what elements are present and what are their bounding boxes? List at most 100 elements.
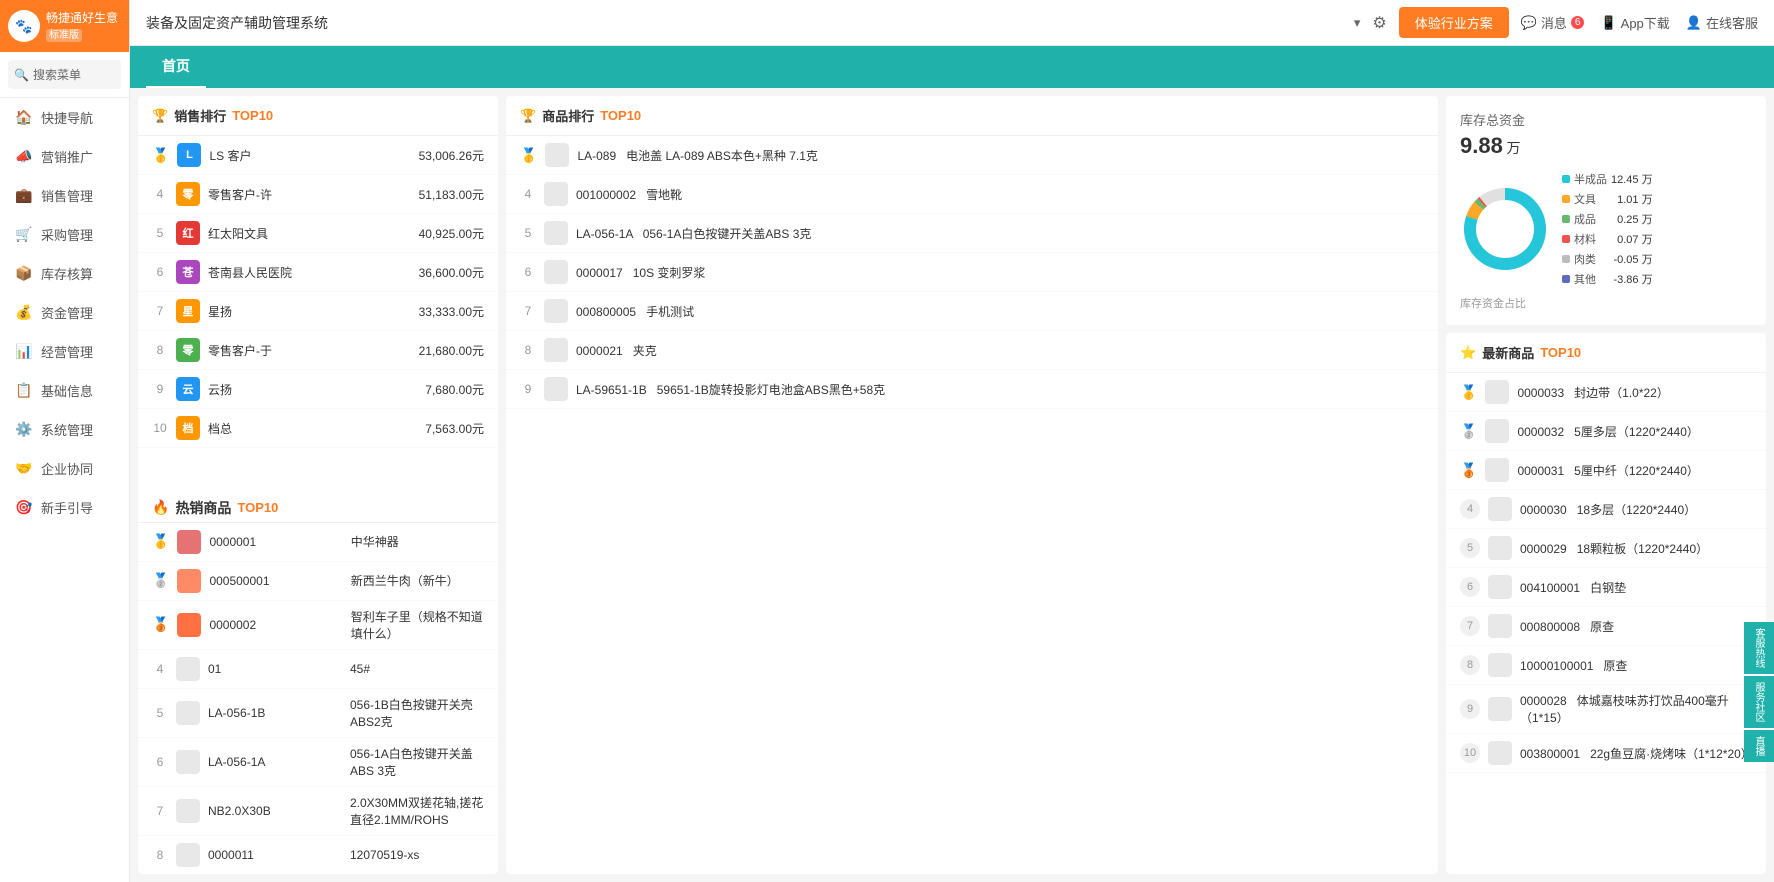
avatar: 零: [176, 338, 200, 362]
sidebar-nav-item-guide[interactable]: 🎯 新手引导: [0, 488, 129, 527]
customer-amount: 21,680.00元: [419, 342, 484, 359]
list-item: 7 000800005 手机测试: [506, 292, 1438, 331]
product-info: 003800001 22g鱼豆腐·烧烤味（1*12*20）: [1520, 745, 1752, 762]
message-button[interactable]: 💬 消息 6: [1521, 13, 1585, 32]
search-icon: 🔍: [14, 68, 29, 82]
customer-amount: 36,600.00元: [419, 264, 484, 281]
product-image: [177, 569, 201, 593]
inventory-card: 库存总资金 9.88 万: [1446, 96, 1766, 325]
list-item: 6 0000017 10S 变刺罗浆: [506, 253, 1438, 292]
legend-value: 0.07 万: [1617, 231, 1652, 247]
live-label: 直播: [1753, 736, 1764, 756]
product-info: 0000017 10S 变刺罗浆: [576, 264, 1424, 281]
sidebar-nav-item-marketing[interactable]: 📣 营销推广: [0, 137, 129, 176]
sidebar-nav-item-operations[interactable]: 📊 经营管理: [0, 332, 129, 371]
sidebar-nav-item-purchase[interactable]: 🛒 采购管理: [0, 215, 129, 254]
float-buttons: 客服热线 服务社区 直播: [1744, 622, 1774, 762]
gear-icon: ⚙️: [15, 421, 33, 439]
product-info: 0000031 5厘中纤（1220*2440）: [1517, 462, 1752, 479]
new-products-title: 最新商品: [1482, 343, 1534, 362]
main-area: 装备及固定资产辅助管理系统 ▾ ⚙ 体验行业方案 💬 消息 6 📱 App下载 …: [130, 0, 1774, 882]
customer-amount: 53,006.26元: [419, 147, 484, 164]
product-image: [176, 799, 200, 823]
trial-button[interactable]: 体验行业方案: [1399, 7, 1509, 38]
product-image: [1488, 741, 1512, 765]
star-icon: ⭐: [1460, 345, 1476, 361]
product-code: 000500001: [209, 574, 342, 588]
medal-icon: 🥉: [152, 616, 169, 633]
legend-value: 0.25 万: [1617, 211, 1652, 227]
product-info: 001000002 雪地靴: [576, 186, 1424, 203]
product-image: [545, 143, 569, 167]
list-item: 6 苍 苍南县人民医院 36,600.00元: [138, 253, 498, 292]
sidebar-search-section: 🔍 搜索菜单: [0, 52, 129, 98]
sidebar-nav-item-inventory[interactable]: 📦 库存核算: [0, 254, 129, 293]
sidebar-nav-item-basic[interactable]: 📋 基础信息: [0, 371, 129, 410]
product-name: 中华神器: [351, 533, 484, 550]
product-image: [544, 182, 568, 206]
list-item: 5 0000029 18颗粒板（1220*2440）: [1446, 529, 1766, 568]
list-item: 8 零 零售客户-于 21,680.00元: [138, 331, 498, 370]
legend-item: 材料 0.07 万: [1562, 231, 1653, 247]
rank-number: 5: [520, 226, 536, 240]
rank-number: 6: [152, 265, 168, 279]
legend-dot: [1562, 215, 1570, 223]
search-menu-label: 搜索菜单: [33, 66, 81, 83]
megaphone-icon: 📣: [15, 148, 33, 166]
rank-circle: 8: [1460, 655, 1480, 675]
search-menu-button[interactable]: 🔍 搜索菜单: [8, 60, 121, 89]
rank-number: 10: [152, 421, 168, 435]
rank-number: 6: [520, 265, 536, 279]
rank-circle: 10: [1460, 743, 1480, 763]
customer-amount: 7,563.00元: [425, 420, 484, 437]
legend-label: 肉类: [1574, 251, 1609, 267]
sidebar-nav-item-quicknav[interactable]: 🏠 快捷导航: [0, 98, 129, 137]
right-panel: 库存总资金 9.88 万: [1446, 96, 1766, 874]
list-item: 7 星 星扬 33,333.00元: [138, 292, 498, 331]
sidebar-nav-item-sales[interactable]: 💼 销售管理: [0, 176, 129, 215]
app-download-button[interactable]: 📱 App下载: [1600, 13, 1669, 32]
product-info: 000800005 手机测试: [576, 303, 1424, 320]
product-code: 0000011: [208, 848, 342, 862]
new-products-list: 🥇 0000033 封边带（1.0*22） 🥈 0000032 5厘多层（122…: [1446, 373, 1766, 874]
app-download-label: App下载: [1621, 13, 1670, 32]
list-item: 8 0000021 夹克: [506, 331, 1438, 370]
product-info: 0000030 18多层（1220*2440）: [1520, 501, 1752, 518]
sidebar-nav-item-finance[interactable]: 💰 资金管理: [0, 293, 129, 332]
avatar: L: [177, 143, 201, 167]
rank-number: 4: [520, 187, 536, 201]
sidebar-nav-label: 系统管理: [41, 420, 93, 439]
product-image: [544, 260, 568, 284]
sidebar-nav-item-collab[interactable]: 🤝 企业协同: [0, 449, 129, 488]
legend-label: 材料: [1574, 231, 1613, 247]
sidebar-nav-item-system[interactable]: ⚙️ 系统管理: [0, 410, 129, 449]
rank-number: 8: [152, 343, 168, 357]
phone-icon: 📱: [1600, 15, 1616, 31]
customer-amount: 40,925.00元: [419, 225, 484, 242]
customer-name: 红太阳文具: [208, 225, 411, 242]
float-btn-community[interactable]: 服务社区: [1744, 676, 1774, 728]
content-area: 🏆 销售排行 TOP10 🥇 L LS 客户 53,006.26元 4 零 零售…: [130, 88, 1774, 882]
product-name: 新西兰牛肉（新牛）: [351, 572, 484, 589]
medal-icon: 🥈: [1460, 423, 1477, 440]
list-item: 🥉 0000002 智利车子里（规格不知道填什么）: [138, 601, 498, 650]
product-image: [1485, 458, 1509, 482]
customer-name: 档总: [208, 420, 417, 437]
rank-number: 7: [152, 804, 168, 818]
rank-number: 5: [152, 226, 168, 240]
float-btn-live[interactable]: 直播: [1744, 730, 1774, 762]
customer-name: 零售客户-许: [208, 186, 411, 203]
product-image: [176, 657, 200, 681]
dropdown-arrow-icon[interactable]: ▾: [1354, 15, 1361, 31]
product-name: 2.0X30MM双搓花轴,搓花直径2.1MM/ROHS: [350, 794, 484, 828]
tab-home[interactable]: 首页: [146, 46, 206, 88]
online-service-button[interactable]: 👤 在线客服: [1686, 13, 1758, 32]
list-item: 🥇 0000033 封边带（1.0*22）: [1446, 373, 1766, 412]
float-btn-service[interactable]: 客服热线: [1744, 622, 1774, 674]
rank-circle: 9: [1460, 699, 1480, 719]
donut-chart-container: 半成品 12.45 万 文具 1.01 万 成品 0.25 万: [1460, 171, 1752, 287]
hot-products-subtitle: TOP10: [237, 500, 278, 515]
product-image: [176, 843, 200, 867]
message-badge: 6: [1571, 16, 1585, 29]
settings-gear-icon[interactable]: ⚙: [1372, 13, 1386, 33]
